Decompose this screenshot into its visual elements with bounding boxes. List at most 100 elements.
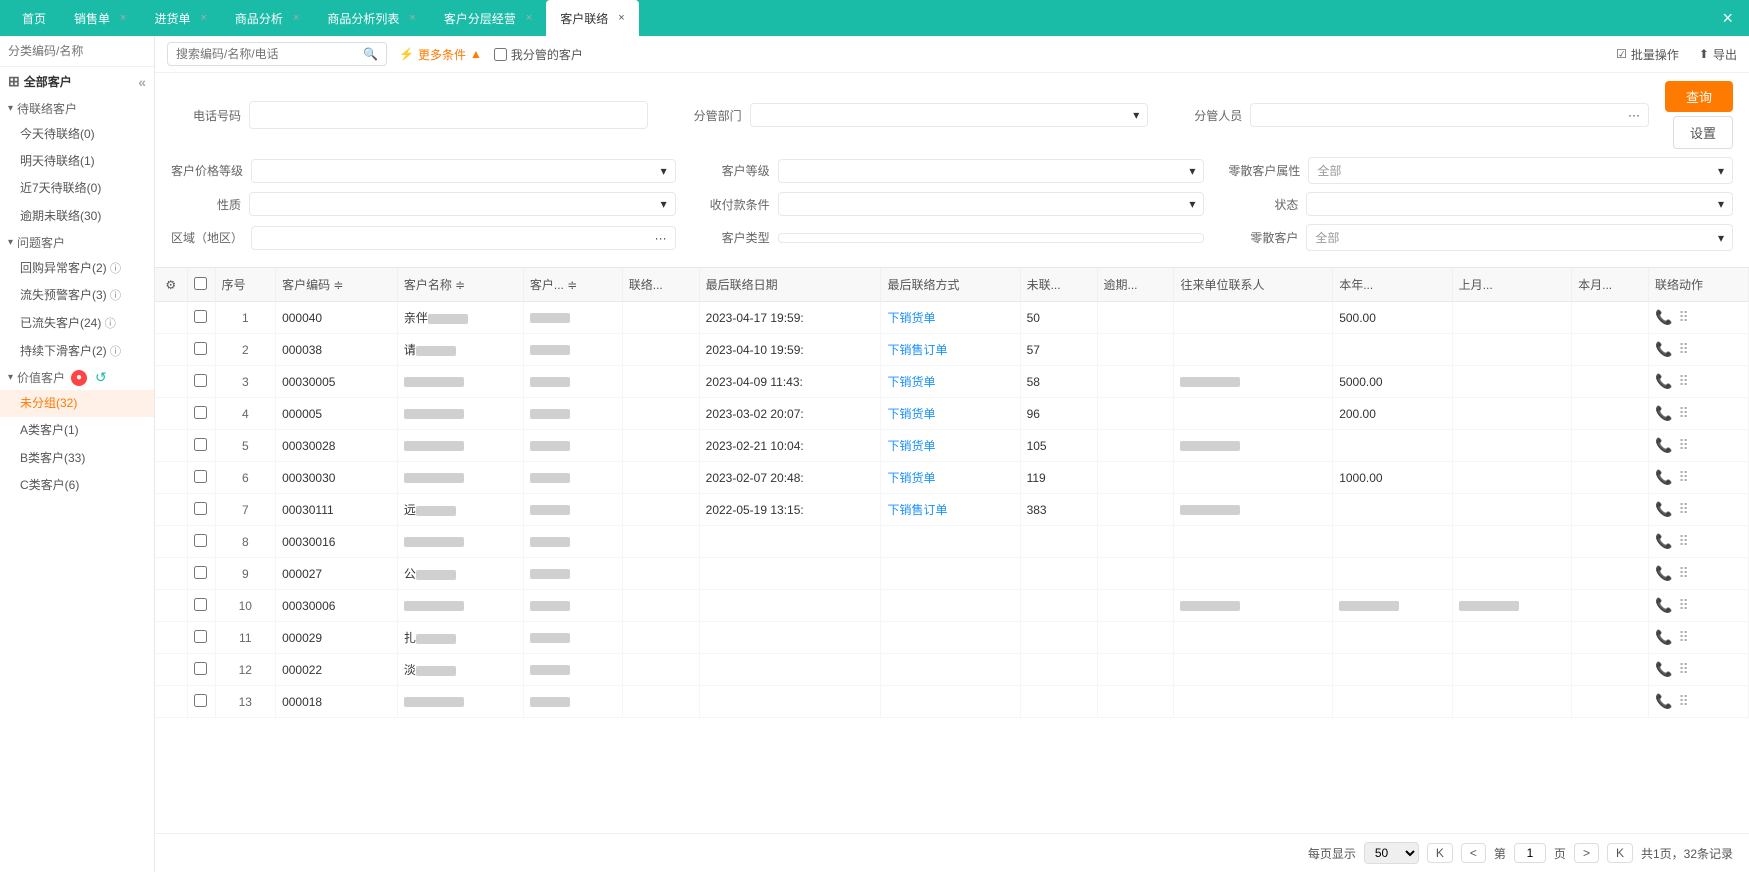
td-last-method[interactable]: 下销货单 — [881, 430, 1020, 462]
td-last-method[interactable]: 下销货单 — [881, 366, 1020, 398]
td-checkbox[interactable] — [187, 654, 215, 686]
row-checkbox[interactable] — [194, 374, 207, 387]
qr-action-icon[interactable]: ⠿ — [1678, 309, 1688, 326]
td-last-method[interactable] — [881, 686, 1020, 718]
sidebar-item-churn-warning[interactable]: 流失预警客户(3) ⓘ — [0, 282, 154, 310]
refresh-icon[interactable]: ↺ — [95, 369, 107, 386]
call-action-icon[interactable]: 📞 — [1655, 629, 1672, 646]
sidebar-item-declining[interactable]: 持续下滑客户(2) ⓘ — [0, 338, 154, 366]
row-checkbox[interactable] — [194, 406, 207, 419]
row-checkbox[interactable] — [194, 342, 207, 355]
payment-select[interactable]: ▾ — [778, 192, 1205, 216]
last-method-link[interactable]: 下销货单 — [887, 471, 935, 485]
filter-search-icon[interactable]: 🔍 — [363, 47, 378, 61]
call-action-icon[interactable]: 📞 — [1655, 693, 1672, 710]
filter-search-input[interactable] — [176, 47, 357, 61]
qr-action-icon[interactable]: ⠿ — [1678, 629, 1688, 646]
settings-icon[interactable]: ⚙ — [165, 278, 176, 292]
call-action-icon[interactable]: 📞 — [1655, 309, 1672, 326]
tab-purchase[interactable]: 进货单 × — [140, 0, 220, 36]
td-last-method[interactable] — [881, 654, 1020, 686]
td-checkbox[interactable] — [187, 494, 215, 526]
tab-sales[interactable]: 销售单 × — [60, 0, 140, 36]
select-all-checkbox[interactable] — [194, 277, 207, 290]
settings-header[interactable]: ⚙ — [155, 268, 187, 302]
call-action-icon[interactable]: 📞 — [1655, 501, 1672, 518]
row-checkbox[interactable] — [194, 502, 207, 515]
td-checkbox[interactable] — [187, 366, 215, 398]
value-group-header[interactable]: ▾ 价值客户 ● ↺ — [0, 365, 154, 390]
tab-customer-segment[interactable]: 客户分层经营 × — [430, 0, 546, 36]
qr-action-icon[interactable]: ⠿ — [1678, 341, 1688, 358]
last-method-link[interactable]: 下销售订单 — [887, 503, 947, 517]
sidebar-item-tomorrow-pending[interactable]: 明天待联络(1) — [0, 148, 154, 175]
close-product-list-icon[interactable]: × — [409, 12, 415, 24]
nature-select[interactable]: ▾ — [249, 192, 676, 216]
td-last-method[interactable] — [881, 526, 1020, 558]
row-checkbox[interactable] — [194, 598, 207, 611]
row-checkbox[interactable] — [194, 534, 207, 547]
customer-type-select[interactable] — [778, 233, 1205, 243]
row-checkbox[interactable] — [194, 662, 207, 675]
td-last-method[interactable] — [881, 590, 1020, 622]
td-last-method[interactable]: 下销货单 — [881, 462, 1020, 494]
region-select[interactable]: ··· — [251, 226, 676, 250]
sidebar-item-abnormal[interactable]: 回购异常客户(2) ⓘ — [0, 255, 154, 283]
staff-select[interactable]: ··· — [1250, 103, 1649, 127]
row-checkbox[interactable] — [194, 310, 207, 323]
qr-action-icon[interactable]: ⠿ — [1678, 533, 1688, 550]
last-method-link[interactable]: 下销货单 — [887, 407, 935, 421]
td-checkbox[interactable] — [187, 622, 215, 654]
td-checkbox[interactable] — [187, 398, 215, 430]
select-all-header[interactable] — [187, 268, 215, 302]
col-name[interactable]: 客户名称 ≑ — [397, 268, 523, 302]
tab-product-analysis[interactable]: 商品分析 × — [221, 0, 313, 36]
call-action-icon[interactable]: 📞 — [1655, 661, 1672, 678]
prev-page-button[interactable]: < — [1461, 843, 1486, 863]
qr-action-icon[interactable]: ⠿ — [1678, 373, 1688, 390]
my-customers-check[interactable] — [494, 48, 507, 61]
customer-level-select[interactable]: ▾ — [778, 159, 1205, 183]
close-customer-contact-icon[interactable]: × — [618, 12, 624, 24]
dept-select[interactable]: ▾ — [750, 103, 1149, 127]
td-checkbox[interactable] — [187, 590, 215, 622]
qr-action-icon[interactable]: ⠿ — [1678, 565, 1688, 582]
sidebar-item-class-c[interactable]: C类客户(6) — [0, 472, 154, 499]
td-checkbox[interactable] — [187, 526, 215, 558]
qr-action-icon[interactable]: ⠿ — [1678, 405, 1688, 422]
row-checkbox[interactable] — [194, 438, 207, 451]
sidebar-item-class-b[interactable]: B类客户(33) — [0, 445, 154, 472]
sidebar-item-churned[interactable]: 已流失客户(24) ⓘ — [0, 310, 154, 338]
close-product-analysis-icon[interactable]: × — [293, 12, 299, 24]
reset-button[interactable]: 设置 — [1673, 116, 1733, 149]
qr-action-icon[interactable]: ⠿ — [1678, 597, 1688, 614]
qr-action-icon[interactable]: ⠿ — [1678, 501, 1688, 518]
phone-input[interactable] — [249, 101, 648, 129]
sidebar-item-today-pending[interactable]: 今天待联络(0) — [0, 121, 154, 148]
last-method-link[interactable]: 下销货单 — [887, 311, 935, 325]
qr-action-icon[interactable]: ⠿ — [1678, 469, 1688, 486]
close-customer-segment-icon[interactable]: × — [526, 12, 532, 24]
retail-attr-select[interactable]: 全部 ▾ — [1308, 157, 1733, 184]
close-sales-icon[interactable]: × — [120, 12, 126, 24]
tab-home[interactable]: 首页 — [8, 0, 60, 36]
td-last-method[interactable]: 下销货单 — [881, 398, 1020, 430]
batch-operations-button[interactable]: ☑ 批量操作 — [1616, 46, 1679, 63]
page-size-select[interactable]: 50 20 100 — [1364, 842, 1419, 864]
sidebar-item-overdue-pending[interactable]: 逾期未联络(30) — [0, 203, 154, 230]
price-level-select[interactable]: ▾ — [251, 159, 676, 183]
row-checkbox[interactable] — [194, 694, 207, 707]
td-last-method[interactable]: 下销售订单 — [881, 494, 1020, 526]
search-button[interactable]: 查询 — [1665, 81, 1733, 112]
all-customers-header[interactable]: ⊞ 全部客户 « — [0, 67, 154, 96]
td-checkbox[interactable] — [187, 334, 215, 366]
sidebar-item-ungroup[interactable]: 未分组(32) — [0, 390, 154, 417]
sidebar-item-7day-pending[interactable]: 近7天待联络(0) — [0, 175, 154, 202]
call-action-icon[interactable]: 📞 — [1655, 373, 1672, 390]
my-customers-checkbox[interactable]: 我分管的客户 — [494, 46, 583, 63]
row-checkbox[interactable] — [194, 566, 207, 579]
qr-action-icon[interactable]: ⠿ — [1678, 661, 1688, 678]
qr-action-icon[interactable]: ⠿ — [1678, 693, 1688, 710]
last-method-link[interactable]: 下销售订单 — [887, 343, 947, 357]
qr-action-icon[interactable]: ⠿ — [1678, 437, 1688, 454]
